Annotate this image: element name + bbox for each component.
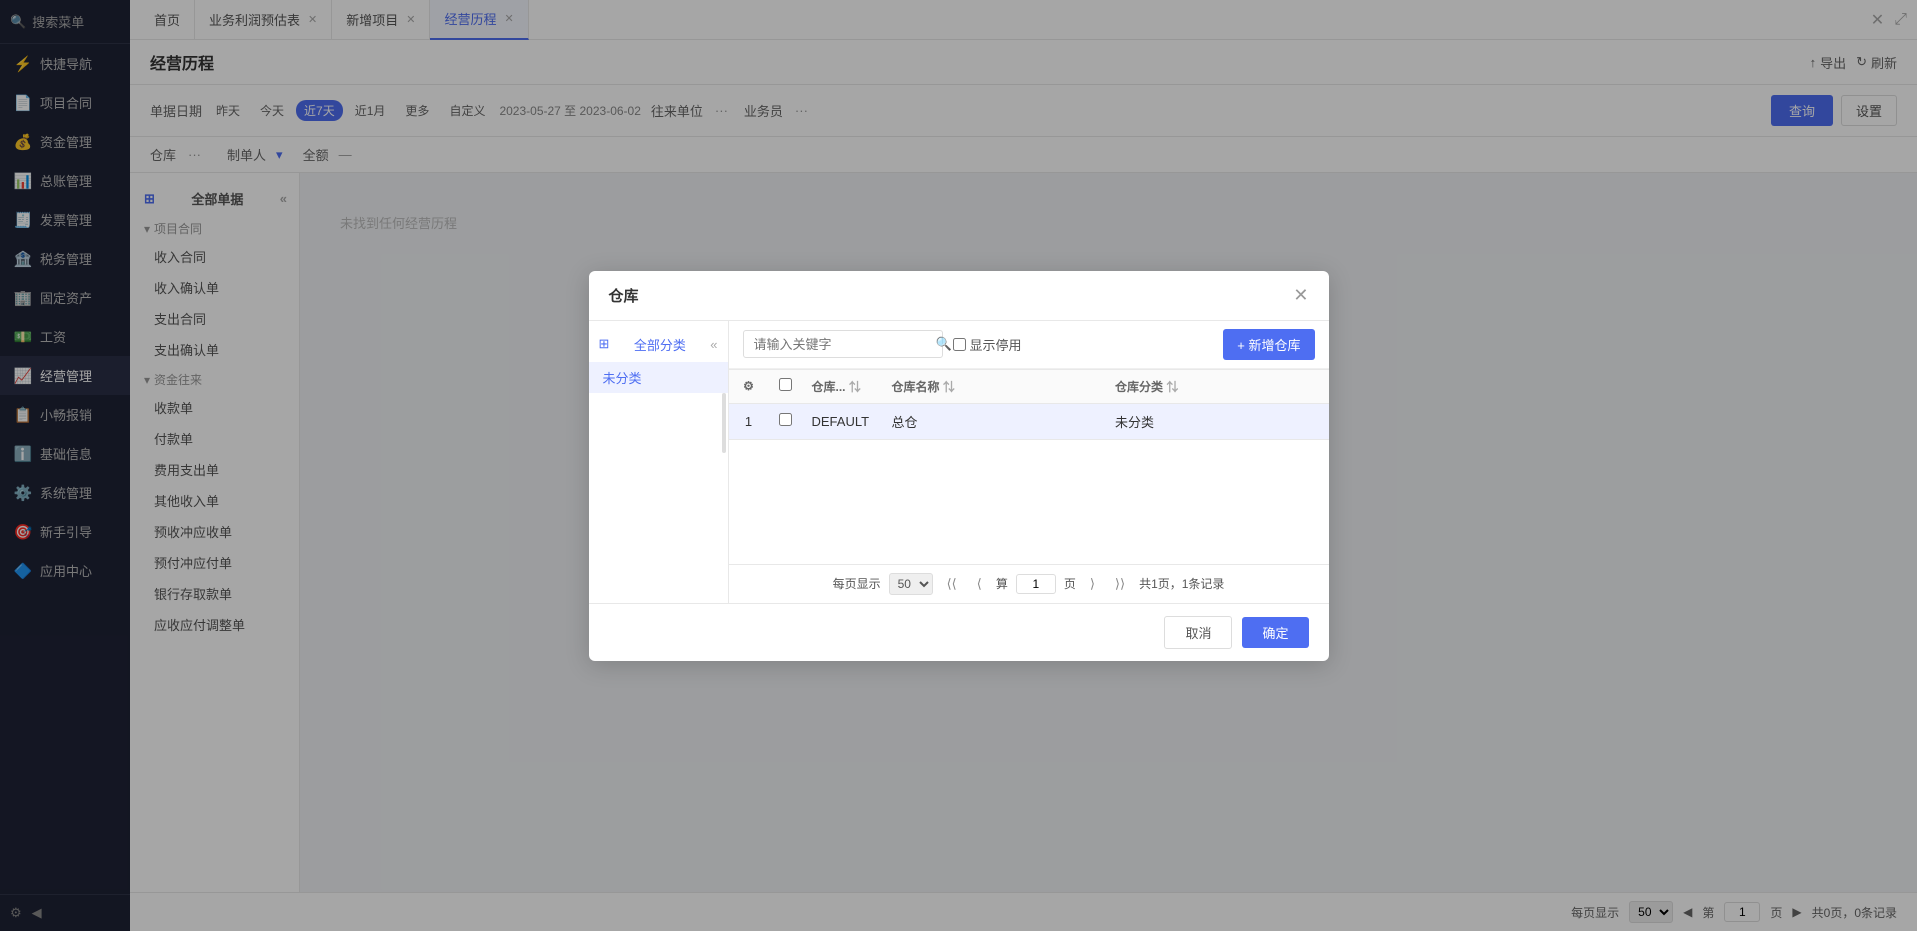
sort-name-icon[interactable]: ⇅: [943, 380, 955, 394]
scroll-thumb: [722, 393, 726, 453]
modal-first-page-btn[interactable]: ⟨⟨: [941, 574, 963, 594]
modal-cat-uncategorized[interactable]: 未分类: [589, 362, 728, 393]
row-category: 未分类: [1105, 403, 1329, 439]
modal-table-wrap: ⚙ 仓库... ⇅ 仓库名称: [729, 369, 1329, 564]
show-disabled-checkbox[interactable]: [953, 338, 966, 351]
show-disabled-label[interactable]: 显示停用: [953, 335, 1022, 354]
col-name-header: 仓库名称 ⇅: [882, 369, 1106, 403]
modal-total: 共1页，1条记录: [1139, 575, 1224, 592]
modal-next-page-btn[interactable]: ⟩: [1084, 574, 1101, 594]
col-num-header: ⚙: [729, 369, 769, 403]
row-name: 总仓: [882, 403, 1106, 439]
modal-toolbar: 🔍 显示停用 + 新增仓库: [729, 321, 1329, 369]
sort-category-icon[interactable]: ⇅: [1166, 380, 1178, 394]
grid-icon: ⊞: [599, 336, 610, 352]
modal-all-categories[interactable]: ⊞ 全部分类 «: [589, 331, 728, 362]
col-category-header: 仓库分类 ⇅: [1105, 369, 1329, 403]
settings-col-icon[interactable]: ⚙: [743, 379, 754, 393]
row-num: 1: [729, 403, 769, 439]
table-row[interactable]: 1 DEFAULT 总仓 未分类: [729, 403, 1329, 439]
modal-table-header-row: ⚙ 仓库... ⇅ 仓库名称: [729, 369, 1329, 403]
row-check[interactable]: [769, 403, 802, 439]
modal-search-input[interactable]: [754, 337, 930, 352]
modal-left-scroll-area: [589, 393, 728, 593]
modal-table-body: 1 DEFAULT 总仓 未分类: [729, 403, 1329, 439]
modal-search-box[interactable]: 🔍: [743, 330, 943, 358]
modal-table-head: ⚙ 仓库... ⇅ 仓库名称: [729, 369, 1329, 403]
confirm-button[interactable]: 确定: [1242, 617, 1308, 648]
modal-page-label: 算: [996, 575, 1008, 592]
modal-page-input[interactable]: [1016, 574, 1056, 594]
sort-id-icon[interactable]: ⇅: [849, 380, 861, 394]
modal-close-button[interactable]: ✕: [1293, 285, 1308, 306]
modal-footer: 取消 确定: [589, 603, 1329, 661]
row-id: DEFAULT: [802, 403, 882, 439]
modal-prev-page-btn[interactable]: ⟨: [971, 574, 988, 594]
modal-overlay: 仓库 ✕ ⊞ 全部分类 « 未分类: [0, 0, 1917, 931]
modal-pagination: 每页显示 50 ⟨⟨ ⟨ 算 页 ⟩ ⟩⟩ 共1页，1条记录: [729, 564, 1329, 603]
modal-body: ⊞ 全部分类 « 未分类 🔍: [589, 321, 1329, 603]
modal-last-page-btn[interactable]: ⟩⟩: [1109, 574, 1131, 594]
modal-header: 仓库 ✕: [589, 271, 1329, 321]
collapse-left-icon[interactable]: «: [710, 337, 717, 352]
warehouse-modal: 仓库 ✕ ⊞ 全部分类 « 未分类: [589, 271, 1329, 661]
modal-category-panel: ⊞ 全部分类 « 未分类: [589, 321, 729, 603]
row-checkbox[interactable]: [779, 413, 792, 426]
select-all-checkbox[interactable]: [779, 378, 792, 391]
cancel-button[interactable]: 取消: [1164, 616, 1232, 649]
modal-per-page-select[interactable]: 50: [889, 573, 933, 595]
modal-title: 仓库: [609, 285, 639, 306]
add-warehouse-button[interactable]: + 新增仓库: [1223, 329, 1314, 360]
modal-table: ⚙ 仓库... ⇅ 仓库名称: [729, 369, 1329, 440]
col-check-header: [769, 369, 802, 403]
modal-right-panel: 🔍 显示停用 + 新增仓库 ⚙: [729, 321, 1329, 603]
modal-per-page-label: 每页显示: [833, 575, 881, 592]
col-id-header: 仓库... ⇅: [802, 369, 882, 403]
search-icon: 🔍: [936, 336, 952, 352]
modal-page-unit: 页: [1064, 575, 1076, 592]
